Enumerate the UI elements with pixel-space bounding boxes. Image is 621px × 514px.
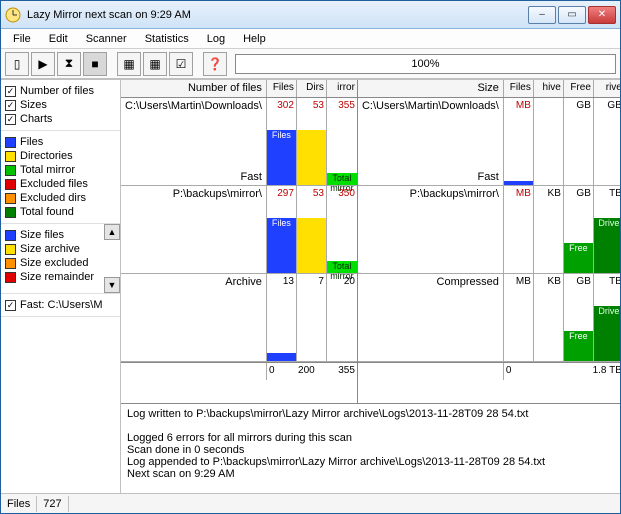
stop-button[interactable]: ■	[83, 52, 107, 76]
hdr-main-left: Number of files	[121, 80, 267, 97]
row-left-1: P:\backups\mirror\ 297Files 53 350Total …	[121, 186, 357, 274]
menu-file[interactable]: File	[5, 31, 39, 47]
cat-total-mirror[interactable]: Total mirror	[5, 163, 118, 177]
hourglass-icon: ⧗	[65, 56, 73, 71]
new-button[interactable]: ▯	[5, 52, 29, 76]
opt-charts[interactable]: Charts	[5, 112, 118, 126]
toolbar: ▯ ▶ ⧗ ■ ▦ ▦ ☑ ❓ 100%	[1, 49, 620, 79]
view1-button[interactable]: ▦	[117, 52, 141, 76]
row-right-0: C:\Users\Martin\Downloads\Fast MB GB GB	[358, 98, 620, 186]
play-button[interactable]: ▶	[31, 52, 55, 76]
charts-area: Number of files Files Dirs irror C:\User…	[121, 80, 620, 493]
size-excluded[interactable]: Size excluded	[5, 256, 118, 270]
scroll-down-icon[interactable]: ▼	[104, 277, 120, 293]
hdr-main-right: Size	[358, 80, 504, 97]
size-list: Size files Size archive Size excluded Si…	[1, 224, 120, 294]
play-icon: ▶	[38, 57, 47, 71]
cat-total-found[interactable]: Total found	[5, 205, 118, 219]
cat-excluded-files[interactable]: Excluded files	[5, 177, 118, 191]
menu-statistics[interactable]: Statistics	[137, 31, 197, 47]
minimize-button[interactable]: –	[528, 6, 556, 24]
opt-sizes[interactable]: Sizes	[5, 98, 118, 112]
check-button[interactable]: ☑	[169, 52, 193, 76]
titlebar[interactable]: Lazy Mirror next scan on 9:29 AM – ▭ ✕	[1, 1, 620, 29]
book-icon: ❓	[208, 57, 223, 71]
maximize-button[interactable]: ▭	[558, 6, 586, 24]
window-title: Lazy Mirror next scan on 9:29 AM	[27, 9, 526, 21]
size-files[interactable]: Size files	[5, 228, 118, 242]
cat-directories[interactable]: Directories	[5, 149, 118, 163]
pane-size: Size Files hive Free rive C:\Users\Marti…	[358, 80, 620, 403]
check-icon: ☑	[176, 57, 187, 71]
status-count: 727	[37, 496, 68, 512]
size-remainder[interactable]: Size remainder	[5, 270, 118, 284]
row-right-1: P:\backups\mirror\ MB KB GBFree TBDrive	[358, 186, 620, 274]
close-button[interactable]: ✕	[588, 6, 616, 24]
menu-log[interactable]: Log	[199, 31, 233, 47]
stop-icon: ■	[91, 57, 98, 71]
hourglass-button[interactable]: ⧗	[57, 52, 81, 76]
cat-excluded-dirs[interactable]: Excluded dirs	[5, 191, 118, 205]
status-label: Files	[1, 496, 37, 512]
row-right-2: Compressed MB KB GBFree TBDrive	[358, 274, 620, 362]
clock-icon	[5, 7, 21, 23]
menu-help[interactable]: Help	[235, 31, 274, 47]
app-window: Lazy Mirror next scan on 9:29 AM – ▭ ✕ F…	[0, 0, 621, 514]
row-left-0: C:\Users\Martin\Downloads\Fast 302Files …	[121, 98, 357, 186]
scroll-up-icon[interactable]: ▲	[104, 224, 120, 240]
menubar: File Edit Scanner Statistics Log Help	[1, 29, 620, 49]
sidebar: Number of files Sizes Charts Files Direc…	[1, 80, 121, 493]
opt-number-of-files[interactable]: Number of files	[5, 84, 118, 98]
log-pane[interactable]: Log written to P:\backups\mirror\Lazy Mi…	[121, 403, 620, 493]
grid-icon: ▦	[123, 57, 134, 71]
row-left-2: Archive 13 7 20	[121, 274, 357, 362]
menu-scanner[interactable]: Scanner	[78, 31, 135, 47]
pane-number-of-files: Number of files Files Dirs irror C:\User…	[121, 80, 358, 403]
statusbar: Files 727	[1, 493, 620, 513]
fast-path[interactable]: Fast: C:\Users\M	[5, 298, 118, 312]
progress-bar: 100%	[235, 54, 616, 74]
cat-files[interactable]: Files	[5, 135, 118, 149]
document-icon: ▯	[14, 57, 21, 71]
help-button[interactable]: ❓	[203, 52, 227, 76]
size-archive[interactable]: Size archive	[5, 242, 118, 256]
main-content: Number of files Sizes Charts Files Direc…	[1, 79, 620, 493]
color-grid-icon: ▦	[149, 57, 160, 71]
menu-edit[interactable]: Edit	[41, 31, 76, 47]
view2-button[interactable]: ▦	[143, 52, 167, 76]
